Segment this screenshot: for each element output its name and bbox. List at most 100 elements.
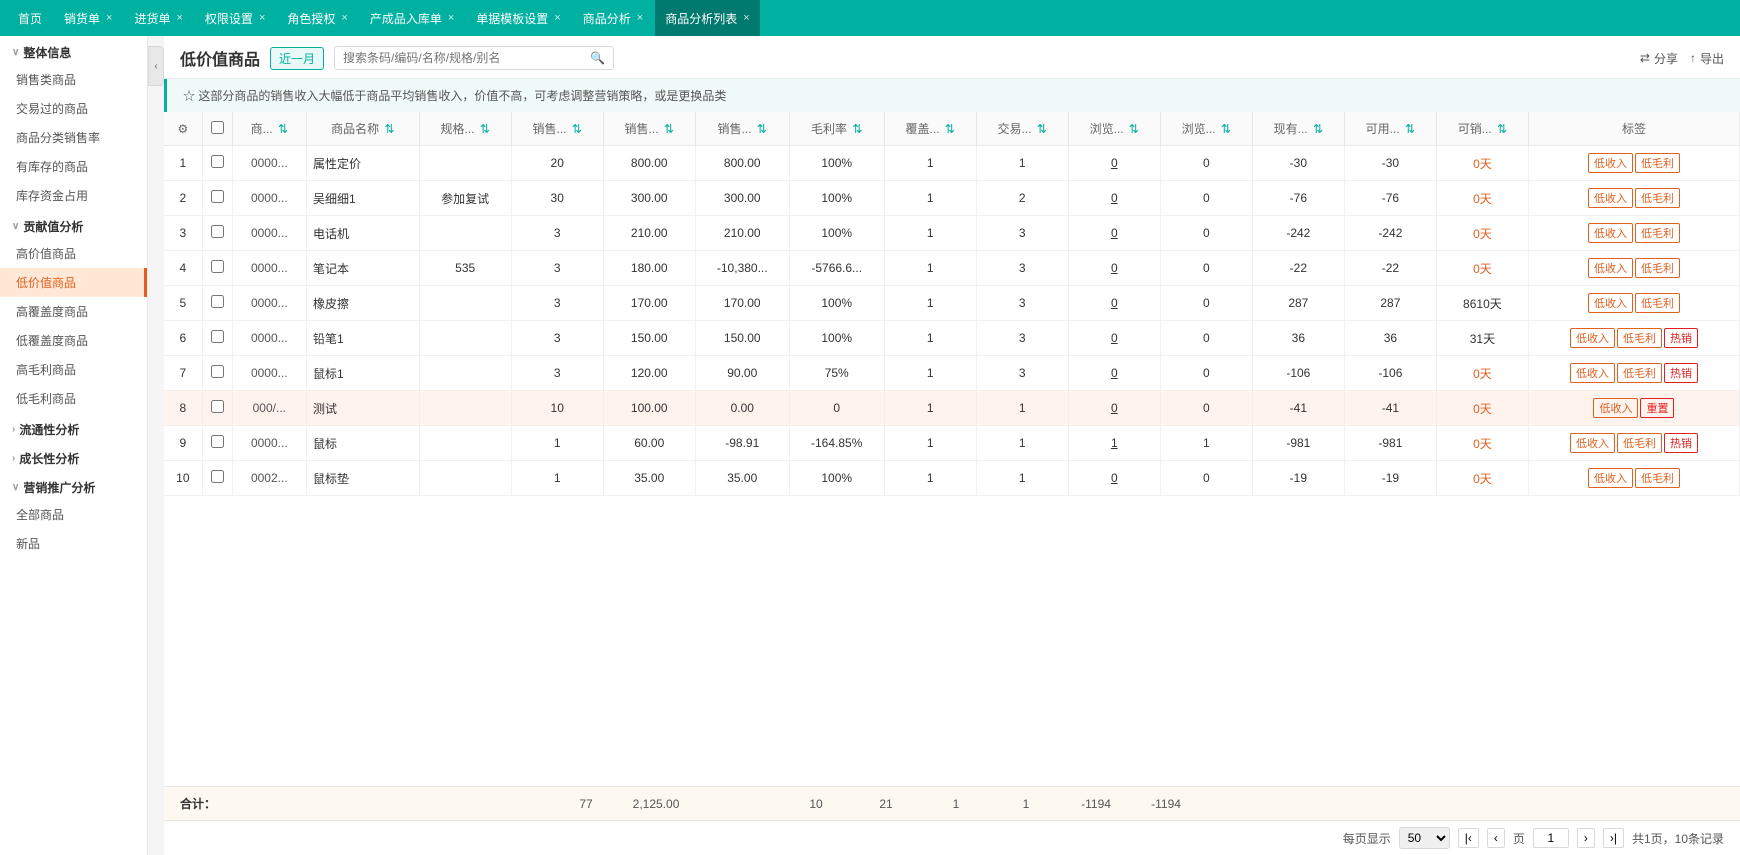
close-icon[interactable]: × [637, 12, 643, 24]
close-icon[interactable]: × [259, 12, 265, 24]
nav-permission[interactable]: 权限设置 × [195, 0, 275, 36]
sidebar-item-low-coverage[interactable]: 低覆盖度商品 [0, 326, 147, 355]
nav-purchase-order[interactable]: 进货单 × [124, 0, 192, 36]
sidebar-item-traded-products[interactable]: 交易过的商品 [0, 94, 147, 123]
row-checkbox-cell[interactable] [202, 321, 232, 356]
sidebar-item-stocked-products[interactable]: 有库存的商品 [0, 152, 147, 181]
close-icon[interactable]: × [448, 12, 454, 24]
row-name[interactable]: 属性定价 [306, 146, 419, 181]
sidebar-group-marketing[interactable]: ∨ 营销推广分析 [0, 471, 147, 500]
row-name[interactable]: 鼠标 [306, 426, 419, 461]
next-page-button[interactable]: › [1577, 828, 1595, 848]
select-all-checkbox[interactable] [211, 121, 224, 134]
nav-home[interactable]: 首页 [8, 0, 52, 36]
row-view1[interactable]: 0 [1068, 216, 1160, 251]
row-checkbox[interactable] [211, 435, 224, 448]
row-checkbox-cell[interactable] [202, 461, 232, 496]
row-view1[interactable]: 0 [1068, 251, 1160, 286]
row-checkbox[interactable] [211, 260, 224, 273]
row-checkbox-cell[interactable] [202, 146, 232, 181]
close-icon[interactable]: × [743, 12, 749, 24]
row-checkbox-cell[interactable] [202, 426, 232, 461]
row-checkbox-cell[interactable] [202, 286, 232, 321]
row-checkbox[interactable] [211, 225, 224, 238]
sidebar-item-all-products[interactable]: 全部商品 [0, 500, 147, 529]
code-header[interactable]: 商... ⇅ [232, 112, 306, 146]
row-checkbox[interactable] [211, 470, 224, 483]
share-button[interactable]: ⇄ 分享 [1640, 50, 1678, 67]
row-checkbox[interactable] [211, 330, 224, 343]
sidebar-item-new-products[interactable]: 新品 [0, 529, 147, 558]
sidebar-item-high-value[interactable]: 高价值商品 [0, 239, 147, 268]
row-view1[interactable]: 0 [1068, 461, 1160, 496]
nav-product-instock[interactable]: 产成品入库单 × [360, 0, 464, 36]
view1-header[interactable]: 浏览... ⇅ [1068, 112, 1160, 146]
nav-product-analysis[interactable]: 商品分析 × [573, 0, 653, 36]
search-icon[interactable]: 🔍 [590, 51, 605, 65]
sidebar-group-growth[interactable]: › 成长性分析 [0, 442, 147, 471]
row-view1[interactable]: 0 [1068, 321, 1160, 356]
row-view1[interactable]: 0 [1068, 356, 1160, 391]
close-icon[interactable]: × [554, 12, 560, 24]
period-button[interactable]: 近一月 [270, 47, 324, 70]
trade-header[interactable]: 交易... ⇅ [976, 112, 1068, 146]
spec-header[interactable]: 规格... ⇅ [419, 112, 511, 146]
first-page-button[interactable]: |‹ [1458, 828, 1479, 848]
available-header[interactable]: 可用... ⇅ [1344, 112, 1436, 146]
row-view1[interactable]: 0 [1068, 181, 1160, 216]
row-checkbox-cell[interactable] [202, 251, 232, 286]
qty-header[interactable]: 销售... ⇅ [511, 112, 603, 146]
row-checkbox-cell[interactable] [202, 356, 232, 391]
row-view1[interactable]: 0 [1068, 286, 1160, 321]
search-input[interactable] [343, 51, 586, 65]
sidebar-group-overall[interactable]: ∨ 整体信息 [0, 36, 147, 65]
coverage-header[interactable]: 覆盖... ⇅ [884, 112, 976, 146]
row-checkbox-cell[interactable] [202, 216, 232, 251]
row-checkbox-cell[interactable] [202, 391, 232, 426]
row-checkbox[interactable] [211, 190, 224, 203]
per-page-select[interactable]: 50 100 200 [1399, 827, 1450, 849]
prev-page-button[interactable]: ‹ [1487, 828, 1505, 848]
nav-template[interactable]: 单据模板设置 × [466, 0, 570, 36]
sidebar-item-high-coverage[interactable]: 高覆盖度商品 [0, 297, 147, 326]
sidebar-group-circulation[interactable]: › 流通性分析 [0, 413, 147, 442]
row-name[interactable]: 电话机 [306, 216, 419, 251]
row-view1[interactable]: 1 [1068, 426, 1160, 461]
nav-role-auth[interactable]: 角色授权 × [277, 0, 357, 36]
settings-icon[interactable]: ⚙ [177, 122, 188, 136]
row-name[interactable]: 测试 [306, 391, 419, 426]
sidebar-item-low-value[interactable]: 低价值商品 [0, 268, 147, 297]
row-name[interactable]: 吴细细1 [306, 181, 419, 216]
row-checkbox[interactable] [211, 365, 224, 378]
row-name[interactable]: 铅笔1 [306, 321, 419, 356]
margin-header[interactable]: 毛利率 ⇅ [789, 112, 884, 146]
row-checkbox[interactable] [211, 295, 224, 308]
row-checkbox[interactable] [211, 400, 224, 413]
row-checkbox-cell[interactable] [202, 181, 232, 216]
row-name[interactable]: 笔记本 [306, 251, 419, 286]
view2-header[interactable]: 浏览... ⇅ [1160, 112, 1252, 146]
row-name[interactable]: 鼠标1 [306, 356, 419, 391]
nav-sales-order[interactable]: 销货单 × [54, 0, 122, 36]
settings-header[interactable]: ⚙ [164, 112, 202, 146]
sidebar-item-category-rate[interactable]: 商品分类销售率 [0, 123, 147, 152]
close-icon[interactable]: × [176, 12, 182, 24]
export-button[interactable]: ↑ 导出 [1690, 50, 1724, 67]
row-checkbox[interactable] [211, 155, 224, 168]
page-input[interactable] [1533, 828, 1569, 848]
row-name[interactable]: 橡皮擦 [306, 286, 419, 321]
sidebar-item-sales-products[interactable]: 销售类商品 [0, 65, 147, 94]
sidebar-item-high-margin[interactable]: 高毛利商品 [0, 355, 147, 384]
sidebar-group-contribution[interactable]: ∨ 贡献值分析 [0, 210, 147, 239]
close-icon[interactable]: × [106, 12, 112, 24]
sidebar-item-low-margin[interactable]: 低毛利商品 [0, 384, 147, 413]
sidebar-collapse-button[interactable]: ‹ [148, 46, 164, 86]
row-view1[interactable]: 0 [1068, 146, 1160, 181]
last-page-button[interactable]: ›| [1603, 828, 1624, 848]
row-name[interactable]: 鼠标垫 [306, 461, 419, 496]
price-header[interactable]: 销售... ⇅ [695, 112, 789, 146]
checkbox-header[interactable] [202, 112, 232, 146]
sidebar-item-stock-capital[interactable]: 库存资金占用 [0, 181, 147, 210]
close-icon[interactable]: × [341, 12, 347, 24]
stock-header[interactable]: 现有... ⇅ [1252, 112, 1344, 146]
